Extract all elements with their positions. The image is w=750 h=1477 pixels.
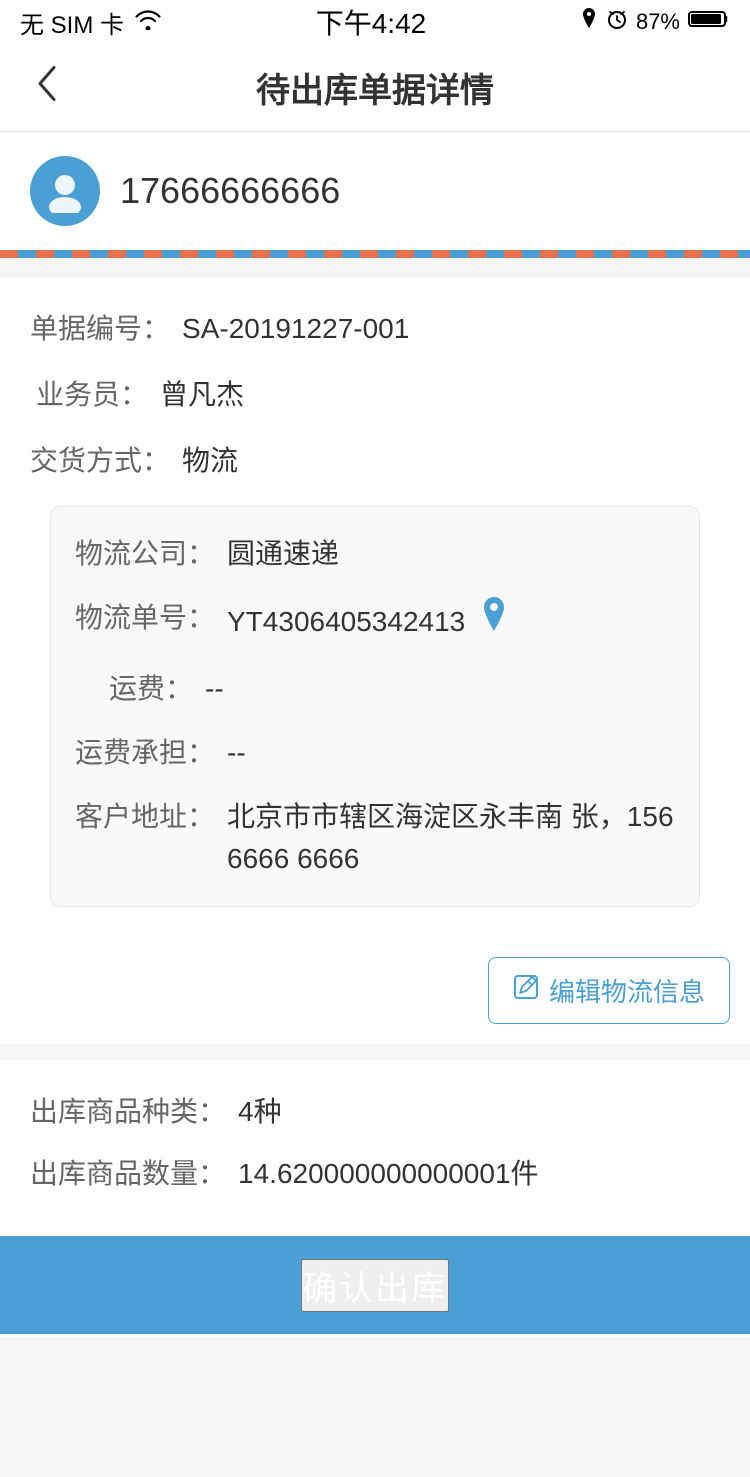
address-label: 客户地址：: [75, 796, 227, 838]
section-divider-1: [0, 1044, 750, 1060]
battery-icon: [688, 8, 730, 36]
agent-label: 业务员：: [30, 374, 160, 416]
freight-bear-row: 运费承担： --: [75, 732, 675, 774]
delivery-label: 交货方式：: [30, 440, 182, 482]
user-phone: 17666666666: [120, 170, 340, 212]
status-left: 无 SIM 卡: [20, 5, 162, 40]
logistics-company-label: 物流公司：: [75, 533, 227, 575]
confirm-button[interactable]: 确认出库: [301, 1259, 449, 1312]
edit-action-row: 编辑物流信息: [0, 937, 750, 1044]
wifi-icon: [134, 8, 162, 37]
tracking-number: YT4306405342413: [227, 601, 465, 643]
delivery-row: 交货方式： 物流: [30, 440, 720, 482]
tracking-label: 物流单号：: [75, 597, 227, 639]
status-bar: 无 SIM 卡 下午4:42 87%: [0, 0, 750, 44]
goods-section: 出库商品种类： 4种 出库商品数量： 14.620000000000001件: [0, 1060, 750, 1234]
freight-bear-value: --: [227, 732, 675, 774]
doc-number-label: 单据编号：: [30, 308, 182, 350]
freight-bear-label: 运费承担：: [75, 732, 227, 774]
tracking-location-icon[interactable]: [479, 597, 509, 646]
freight-label: 运费：: [75, 668, 205, 710]
goods-type-label: 出库商品种类：: [30, 1090, 238, 1130]
dashed-divider: [0, 250, 750, 258]
doc-number-value: SA-20191227-001: [182, 308, 720, 350]
battery-label: 87%: [636, 9, 680, 35]
agent-value: 曾凡杰: [160, 374, 720, 416]
location-status-icon: [580, 8, 598, 36]
freight-row: 运费： --: [75, 668, 675, 710]
logistics-card: 物流公司： 圆通速递 物流单号： YT4306405342413 运费： --: [50, 506, 700, 907]
page-title: 待出库单据详情: [256, 63, 494, 112]
back-button[interactable]: [24, 53, 68, 122]
carrier-label: 无 SIM 卡: [20, 5, 124, 40]
status-right: 87%: [580, 8, 730, 36]
goods-type-row: 出库商品种类： 4种: [30, 1090, 720, 1130]
address-value: 北京市市辖区海淀区永丰南 张，156 6666 6666: [227, 796, 675, 880]
logistics-company-row: 物流公司： 圆通速递: [75, 533, 675, 575]
agent-row: 业务员： 曾凡杰: [30, 374, 720, 416]
goods-qty-label: 出库商品数量：: [30, 1152, 238, 1192]
freight-value: --: [205, 668, 675, 710]
bottom-spacer: [0, 1337, 750, 1477]
confirm-bar: 确认出库: [0, 1236, 750, 1334]
doc-number-row: 单据编号： SA-20191227-001: [30, 308, 720, 350]
edit-icon: [513, 974, 539, 1007]
goods-qty-value: 14.620000000000001件: [238, 1152, 720, 1192]
logistics-company-value: 圆通速递: [227, 533, 675, 575]
edit-logistics-label: 编辑物流信息: [549, 972, 705, 1009]
goods-type-value: 4种: [238, 1090, 720, 1130]
delivery-value: 物流: [182, 440, 720, 482]
tracking-value-row: YT4306405342413: [227, 597, 675, 646]
nav-bar: 待出库单据详情: [0, 44, 750, 132]
goods-qty-row: 出库商品数量： 14.620000000000001件: [30, 1152, 720, 1192]
address-row: 客户地址： 北京市市辖区海淀区永丰南 张，156 6666 6666: [75, 796, 675, 880]
status-time: 下午4:42: [316, 2, 427, 42]
alarm-status-icon: [606, 8, 628, 36]
edit-logistics-button[interactable]: 编辑物流信息: [488, 957, 730, 1024]
tracking-row: 物流单号： YT4306405342413: [75, 597, 675, 646]
avatar: [30, 156, 100, 226]
document-info-section: 单据编号： SA-20191227-001 业务员： 曾凡杰 交货方式： 物流 …: [0, 278, 750, 937]
user-section: 17666666666: [0, 132, 750, 250]
